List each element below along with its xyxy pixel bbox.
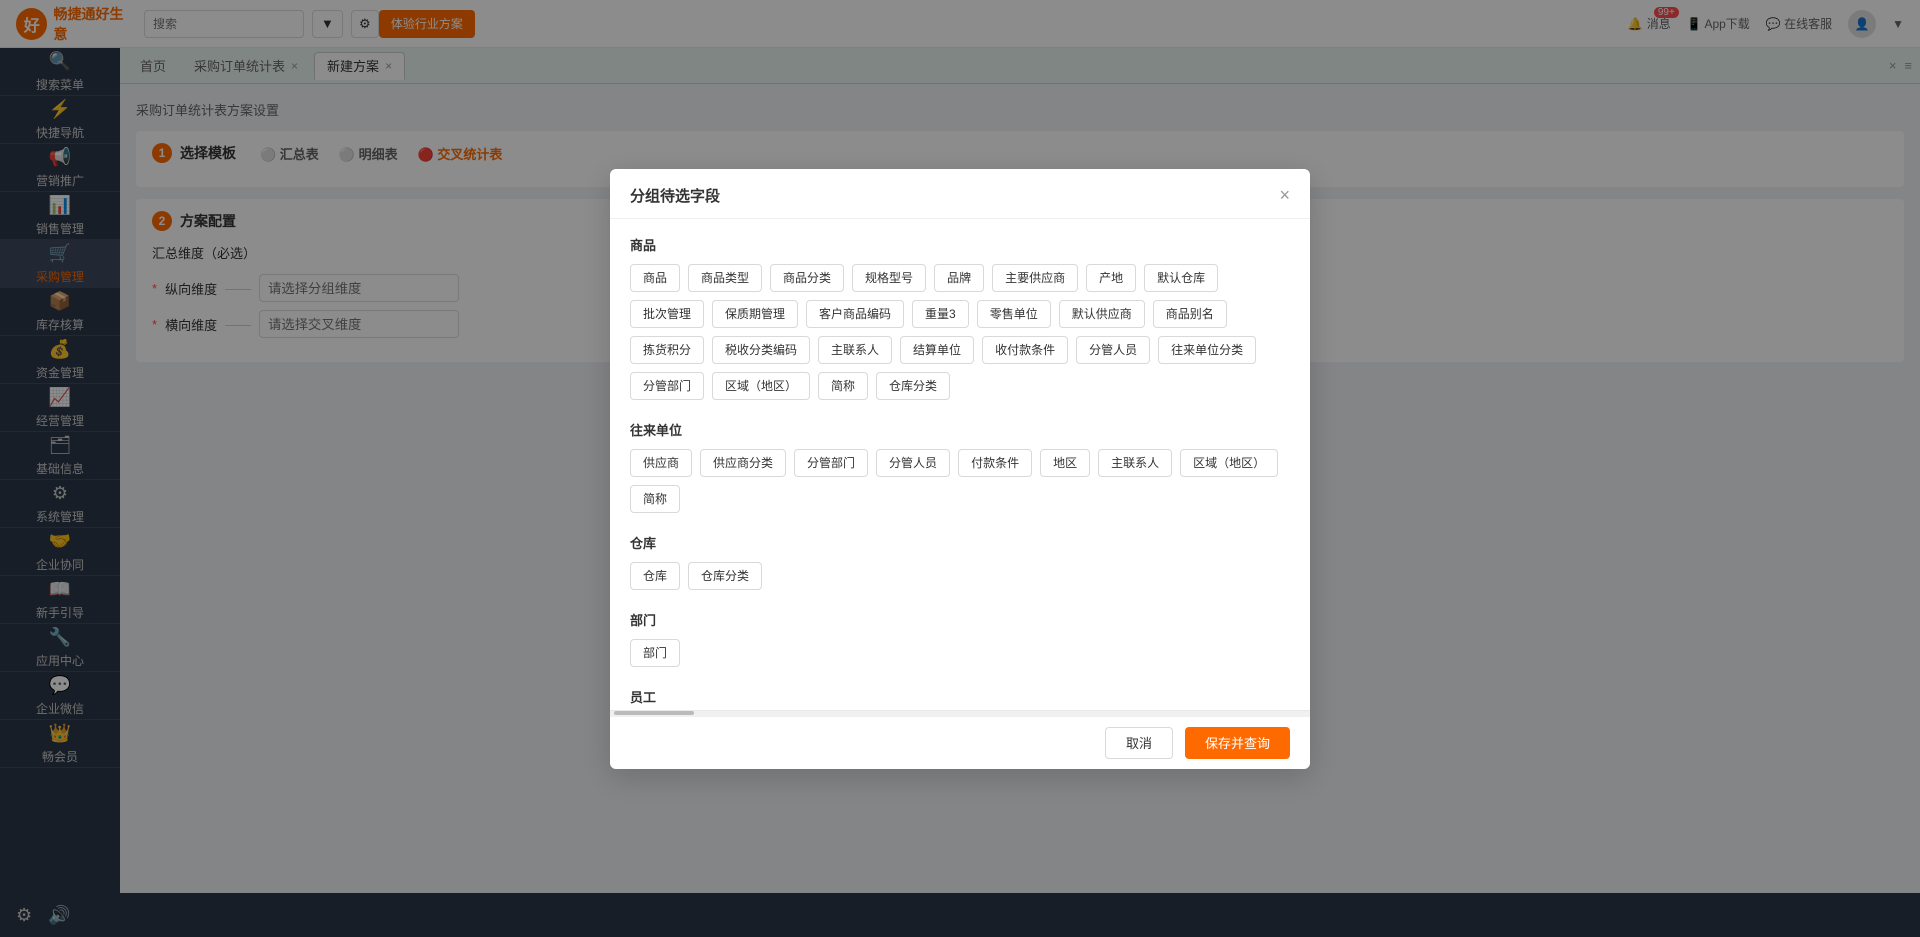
field-tag-pick-points[interactable]: 拣货积分 <box>630 336 704 364</box>
dialog-overlay: 分组待选字段 × 商品 商品 商品类型 商品分类 规格型号 品牌 主要供应商 产… <box>0 0 1920 937</box>
field-group-counterparty-title: 往来单位 <box>630 420 1290 439</box>
field-tag-supplier[interactable]: 供应商 <box>630 449 692 477</box>
field-tag-warehouse[interactable]: 仓库 <box>630 562 680 590</box>
field-group-employee: 员工 业务员 <box>630 687 1290 710</box>
field-select-dialog: 分组待选字段 × 商品 商品 商品类型 商品分类 规格型号 品牌 主要供应商 产… <box>610 169 1310 769</box>
field-tags-goods: 商品 商品类型 商品分类 规格型号 品牌 主要供应商 产地 默认仓库 批次管理 … <box>630 264 1290 400</box>
field-tag-warehouse-cat[interactable]: 仓库分类 <box>876 372 950 400</box>
field-tag-c-region[interactable]: 区域（地区） <box>1180 449 1278 477</box>
dialog-close-button[interactable]: × <box>1279 185 1290 206</box>
field-group-department: 部门 部门 <box>630 610 1290 667</box>
field-tag-area[interactable]: 地区 <box>1040 449 1090 477</box>
field-tag-retail-unit[interactable]: 零售单位 <box>977 300 1051 328</box>
save-query-button[interactable]: 保存并查询 <box>1185 727 1290 759</box>
field-tag-batch-mgmt[interactable]: 批次管理 <box>630 300 704 328</box>
field-group-warehouse-title: 仓库 <box>630 533 1290 552</box>
field-group-employee-title: 员工 <box>630 687 1290 706</box>
field-tag-goods-type[interactable]: 商品类型 <box>688 264 762 292</box>
field-tag-tax-code[interactable]: 税收分类编码 <box>712 336 810 364</box>
field-tag-counterparty-category[interactable]: 往来单位分类 <box>1158 336 1256 364</box>
field-tag-spec-type[interactable]: 规格型号 <box>852 264 926 292</box>
field-tag-supervisor[interactable]: 分管人员 <box>1076 336 1150 364</box>
field-tag-main-contact[interactable]: 主联系人 <box>818 336 892 364</box>
field-tag-c-dept[interactable]: 分管部门 <box>794 449 868 477</box>
dialog-header: 分组待选字段 × <box>610 169 1310 219</box>
field-group-counterparty: 往来单位 供应商 供应商分类 分管部门 分管人员 付款条件 地区 主联系人 区域… <box>630 420 1290 513</box>
field-tags-counterparty: 供应商 供应商分类 分管部门 分管人员 付款条件 地区 主联系人 区域（地区） … <box>630 449 1290 513</box>
field-tag-c-abbr[interactable]: 简称 <box>630 485 680 513</box>
field-tag-weight3[interactable]: 重量3 <box>912 300 969 328</box>
field-tag-shelf-life[interactable]: 保质期管理 <box>712 300 798 328</box>
field-tag-main-supplier[interactable]: 主要供应商 <box>992 264 1078 292</box>
field-tag-department[interactable]: 部门 <box>630 639 680 667</box>
field-group-goods-title: 商品 <box>630 235 1290 254</box>
field-group-warehouse: 仓库 仓库 仓库分类 <box>630 533 1290 590</box>
field-group-department-title: 部门 <box>630 610 1290 629</box>
hscroll-thumb <box>614 711 694 715</box>
field-tag-c-main-contact[interactable]: 主联系人 <box>1098 449 1172 477</box>
field-tags-warehouse: 仓库 仓库分类 <box>630 562 1290 590</box>
field-tag-region[interactable]: 区域（地区） <box>712 372 810 400</box>
field-group-goods: 商品 商品 商品类型 商品分类 规格型号 品牌 主要供应商 产地 默认仓库 批次… <box>630 235 1290 400</box>
field-tags-department: 部门 <box>630 639 1290 667</box>
dialog-title: 分组待选字段 <box>630 185 720 206</box>
field-tag-goods-alias[interactable]: 商品别名 <box>1153 300 1227 328</box>
field-tag-supplier-cat[interactable]: 供应商分类 <box>700 449 786 477</box>
field-tag-dept[interactable]: 分管部门 <box>630 372 704 400</box>
cancel-button[interactable]: 取消 <box>1105 727 1173 759</box>
field-tag-customer-code[interactable]: 客户商品编码 <box>806 300 904 328</box>
field-tag-c-supervisor[interactable]: 分管人员 <box>876 449 950 477</box>
field-tag-goods[interactable]: 商品 <box>630 264 680 292</box>
field-tag-abbr[interactable]: 简称 <box>818 372 868 400</box>
field-tag-brand[interactable]: 品牌 <box>934 264 984 292</box>
field-tag-settle-unit[interactable]: 结算单位 <box>900 336 974 364</box>
field-tag-payment-cond[interactable]: 付款条件 <box>958 449 1032 477</box>
field-tag-goods-category[interactable]: 商品分类 <box>770 264 844 292</box>
field-tag-w-category[interactable]: 仓库分类 <box>688 562 762 590</box>
field-tag-origin[interactable]: 产地 <box>1086 264 1136 292</box>
dialog-body: 商品 商品 商品类型 商品分类 规格型号 品牌 主要供应商 产地 默认仓库 批次… <box>610 219 1310 710</box>
field-tag-payment-terms[interactable]: 收付款条件 <box>982 336 1068 364</box>
dialog-footer: 取消 保存并查询 <box>610 716 1310 769</box>
field-tag-default-supplier[interactable]: 默认供应商 <box>1059 300 1145 328</box>
field-tag-default-warehouse[interactable]: 默认仓库 <box>1144 264 1218 292</box>
